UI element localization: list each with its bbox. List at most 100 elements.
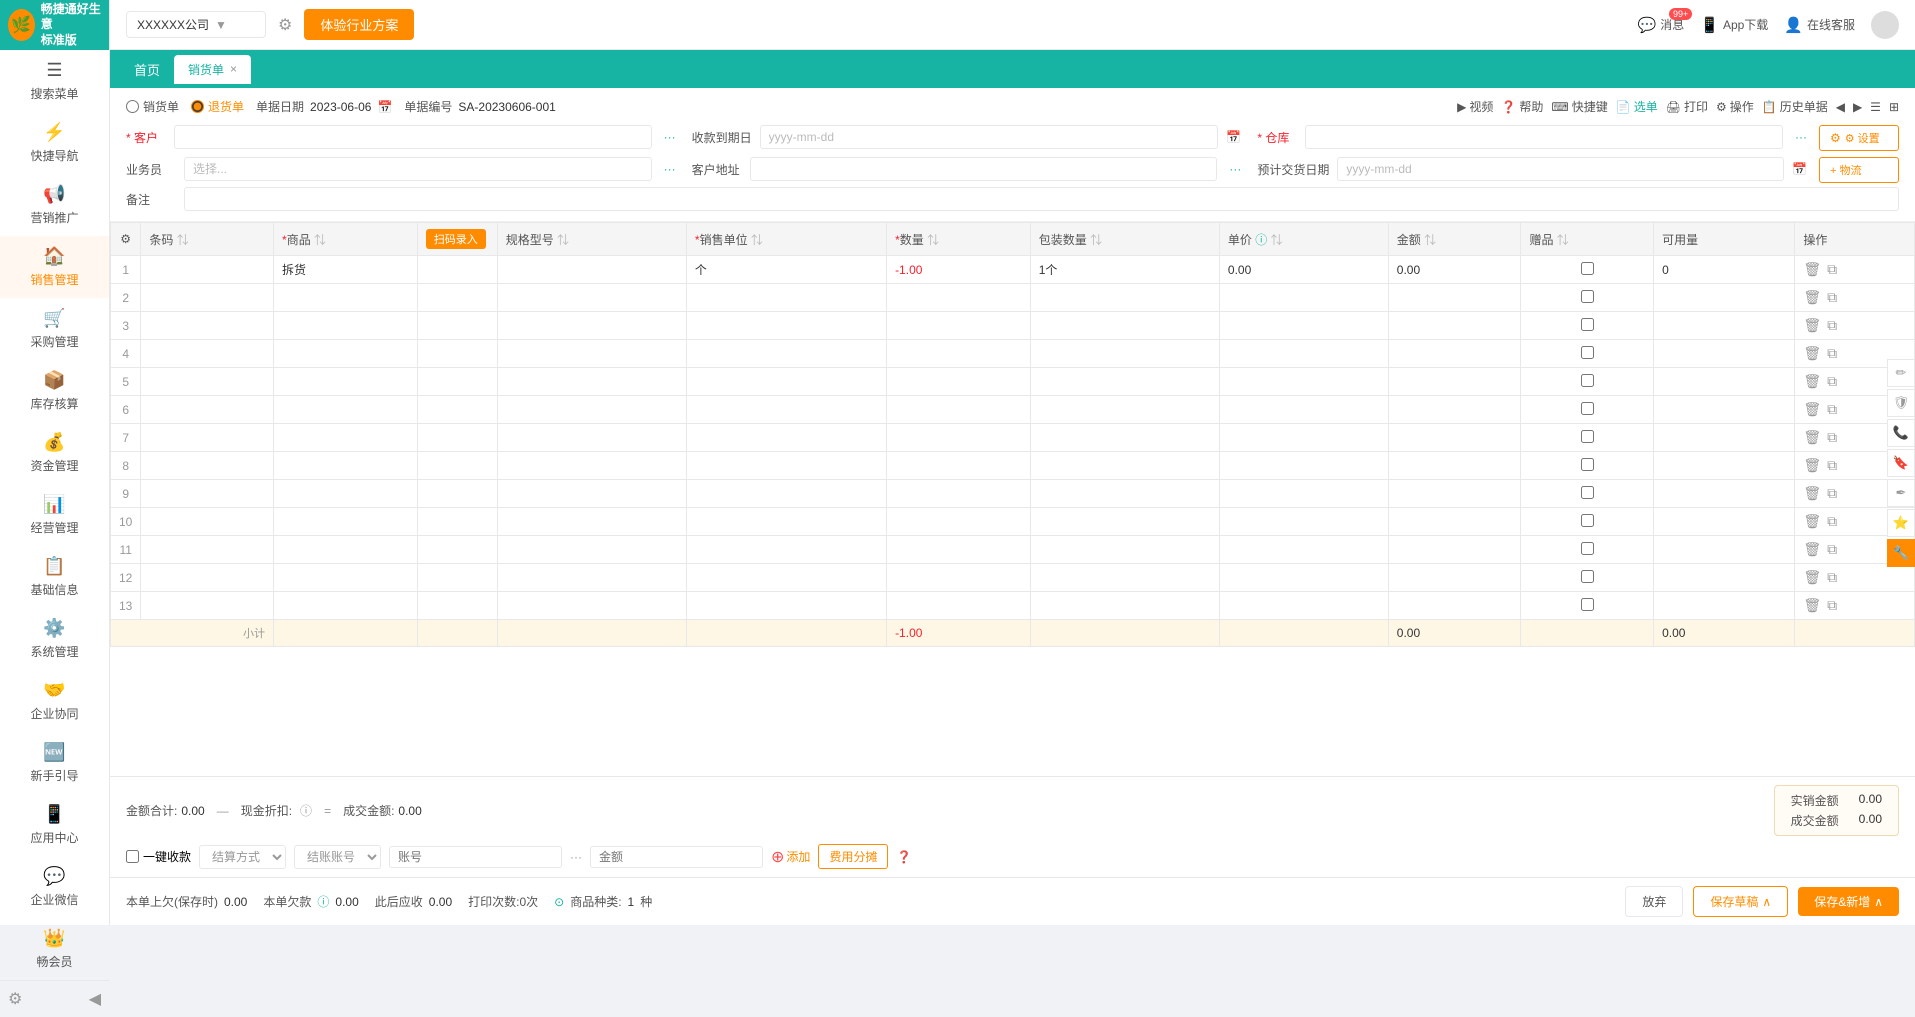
radio-sales[interactable]: 销货单: [126, 98, 179, 115]
right-tool-bookmark[interactable]: 🔖: [1887, 449, 1915, 477]
sidebar-item-operation[interactable]: 📊 经营管理: [0, 484, 109, 546]
expected-date-input[interactable]: [1337, 157, 1784, 181]
row-gift[interactable]: [1521, 564, 1654, 592]
shortcut-btn[interactable]: ⌨ 快捷键: [1551, 98, 1607, 115]
layout-grid-icon[interactable]: ⊞: [1889, 100, 1899, 114]
row-unit-price[interactable]: [1219, 424, 1388, 452]
delete-icon[interactable]: 🗑: [1803, 457, 1821, 474]
history-btn[interactable]: 📋 历史单据: [1762, 98, 1828, 115]
row-gift[interactable]: [1521, 312, 1654, 340]
delete-icon[interactable]: 🗑: [1803, 513, 1821, 530]
copy-icon[interactable]: ⧉: [1827, 457, 1837, 474]
row-gift[interactable]: [1521, 452, 1654, 480]
remark-input[interactable]: [184, 187, 1899, 211]
row-product[interactable]: [274, 592, 418, 620]
delete-icon[interactable]: 🗑: [1803, 373, 1821, 390]
row-qty[interactable]: [887, 368, 1031, 396]
copy-icon[interactable]: ⧉: [1827, 289, 1837, 306]
sidebar-item-inventory[interactable]: 📦 库存核算: [0, 360, 109, 422]
copy-icon[interactable]: ⧉: [1827, 317, 1837, 334]
warehouse-input[interactable]: 建材仓: [1305, 125, 1783, 149]
row-gift[interactable]: [1521, 284, 1654, 312]
row-spec[interactable]: [497, 312, 686, 340]
account-dots-icon[interactable]: ···: [570, 850, 582, 864]
th-scan[interactable]: 扫码录入: [417, 223, 497, 256]
sidebar-settings-icon[interactable]: ⚙: [8, 989, 22, 1009]
app-download-btn[interactable]: 📱 App下载: [1700, 16, 1768, 34]
row-gift[interactable]: [1521, 368, 1654, 396]
sidebar-item-wechat[interactable]: 💬 企业微信: [0, 856, 109, 918]
delete-icon[interactable]: 🗑: [1803, 429, 1821, 446]
save-new-button[interactable]: 保存&新增 ∧: [1798, 887, 1899, 916]
delete-icon[interactable]: 🗑: [1803, 289, 1821, 306]
row-gift[interactable]: [1521, 508, 1654, 536]
tab-close-icon[interactable]: ×: [230, 62, 237, 76]
payment-calendar-icon[interactable]: 📅: [1226, 130, 1241, 144]
right-tool-action[interactable]: 🔧: [1887, 539, 1915, 567]
copy-icon[interactable]: ⧉: [1827, 513, 1837, 530]
total-owe-info-icon[interactable]: ⓘ: [317, 893, 329, 910]
row-product[interactable]: [274, 536, 418, 564]
topbar-gear-icon[interactable]: ⚙: [278, 15, 292, 35]
payment-due-input[interactable]: [760, 125, 1219, 149]
row-spec[interactable]: [497, 396, 686, 424]
row-spec[interactable]: [497, 452, 686, 480]
calendar-icon[interactable]: 📅: [377, 100, 392, 114]
row-qty[interactable]: [887, 396, 1031, 424]
sidebar-item-collab[interactable]: 🤝 企业协同: [0, 670, 109, 732]
row-spec[interactable]: [497, 340, 686, 368]
payment-method-select[interactable]: 结算方式: [199, 845, 286, 869]
warehouse-dots-icon[interactable]: ···: [1795, 130, 1807, 144]
right-tool-pencil[interactable]: ✒: [1887, 479, 1915, 507]
row-gift[interactable]: [1521, 480, 1654, 508]
copy-icon[interactable]: ⧉: [1827, 485, 1837, 502]
delete-icon[interactable]: 🗑: [1803, 261, 1821, 278]
copy-icon[interactable]: ⧉: [1827, 261, 1837, 278]
sidebar-collapse-icon[interactable]: ◀: [89, 989, 101, 1009]
salesperson-input[interactable]: [184, 157, 652, 181]
trial-button[interactable]: 体验行业方案: [304, 9, 414, 40]
delete-icon[interactable]: 🗑: [1803, 569, 1821, 586]
row-qty[interactable]: [887, 508, 1031, 536]
row-product[interactable]: [274, 452, 418, 480]
sidebar-item-purchase[interactable]: 🛒 采购管理: [0, 298, 109, 360]
right-tool-edit[interactable]: ✏: [1887, 359, 1915, 387]
row-product[interactable]: [274, 368, 418, 396]
addr-dots-icon[interactable]: ···: [1229, 162, 1241, 176]
save-draft-button[interactable]: 保存草稿 ∧: [1693, 886, 1788, 917]
row-product[interactable]: [274, 480, 418, 508]
amount-input[interactable]: [590, 846, 763, 868]
sidebar-item-finance[interactable]: 💰 资金管理: [0, 422, 109, 484]
copy-icon[interactable]: ⧉: [1827, 569, 1837, 586]
settings-button[interactable]: ⚙ ⚙ 设置: [1819, 125, 1899, 151]
row-spec[interactable]: [497, 592, 686, 620]
operate-btn[interactable]: ⚙ 操作: [1716, 98, 1754, 115]
row-qty[interactable]: [887, 424, 1031, 452]
row-product[interactable]: [274, 508, 418, 536]
copy-icon[interactable]: ⧉: [1827, 597, 1837, 614]
tab-sales-order[interactable]: 销货单 ×: [174, 55, 251, 84]
row-spec[interactable]: [497, 508, 686, 536]
copy-icon[interactable]: ⧉: [1827, 429, 1837, 446]
right-tool-star[interactable]: ⭐: [1887, 509, 1915, 537]
row-product[interactable]: [274, 284, 418, 312]
row-product[interactable]: 拆货: [274, 256, 418, 284]
delete-icon[interactable]: 🗑: [1803, 345, 1821, 362]
row-unit-price[interactable]: [1219, 536, 1388, 564]
sidebar-item-system[interactable]: ⚙️ 系统管理: [0, 608, 109, 670]
row-qty[interactable]: [887, 564, 1031, 592]
row-unit-price[interactable]: [1219, 564, 1388, 592]
row-product[interactable]: [274, 340, 418, 368]
one-click-pay-check[interactable]: 一键收款: [126, 848, 191, 865]
customer-dots-icon[interactable]: ···: [664, 130, 676, 144]
sidebar-item-quicknav[interactable]: ⚡ 快捷导航: [0, 112, 109, 174]
scan-button[interactable]: 扫码录入: [426, 229, 486, 249]
tab-home[interactable]: 首页: [120, 54, 174, 85]
delete-icon[interactable]: 🗑: [1803, 485, 1821, 502]
row-qty[interactable]: [887, 536, 1031, 564]
row-gift[interactable]: [1521, 592, 1654, 620]
account-num-input[interactable]: [389, 846, 562, 868]
sidebar-item-basic[interactable]: 📋 基础信息: [0, 546, 109, 608]
video-btn[interactable]: ▶ 视频: [1457, 98, 1493, 115]
row-unit-price[interactable]: [1219, 284, 1388, 312]
